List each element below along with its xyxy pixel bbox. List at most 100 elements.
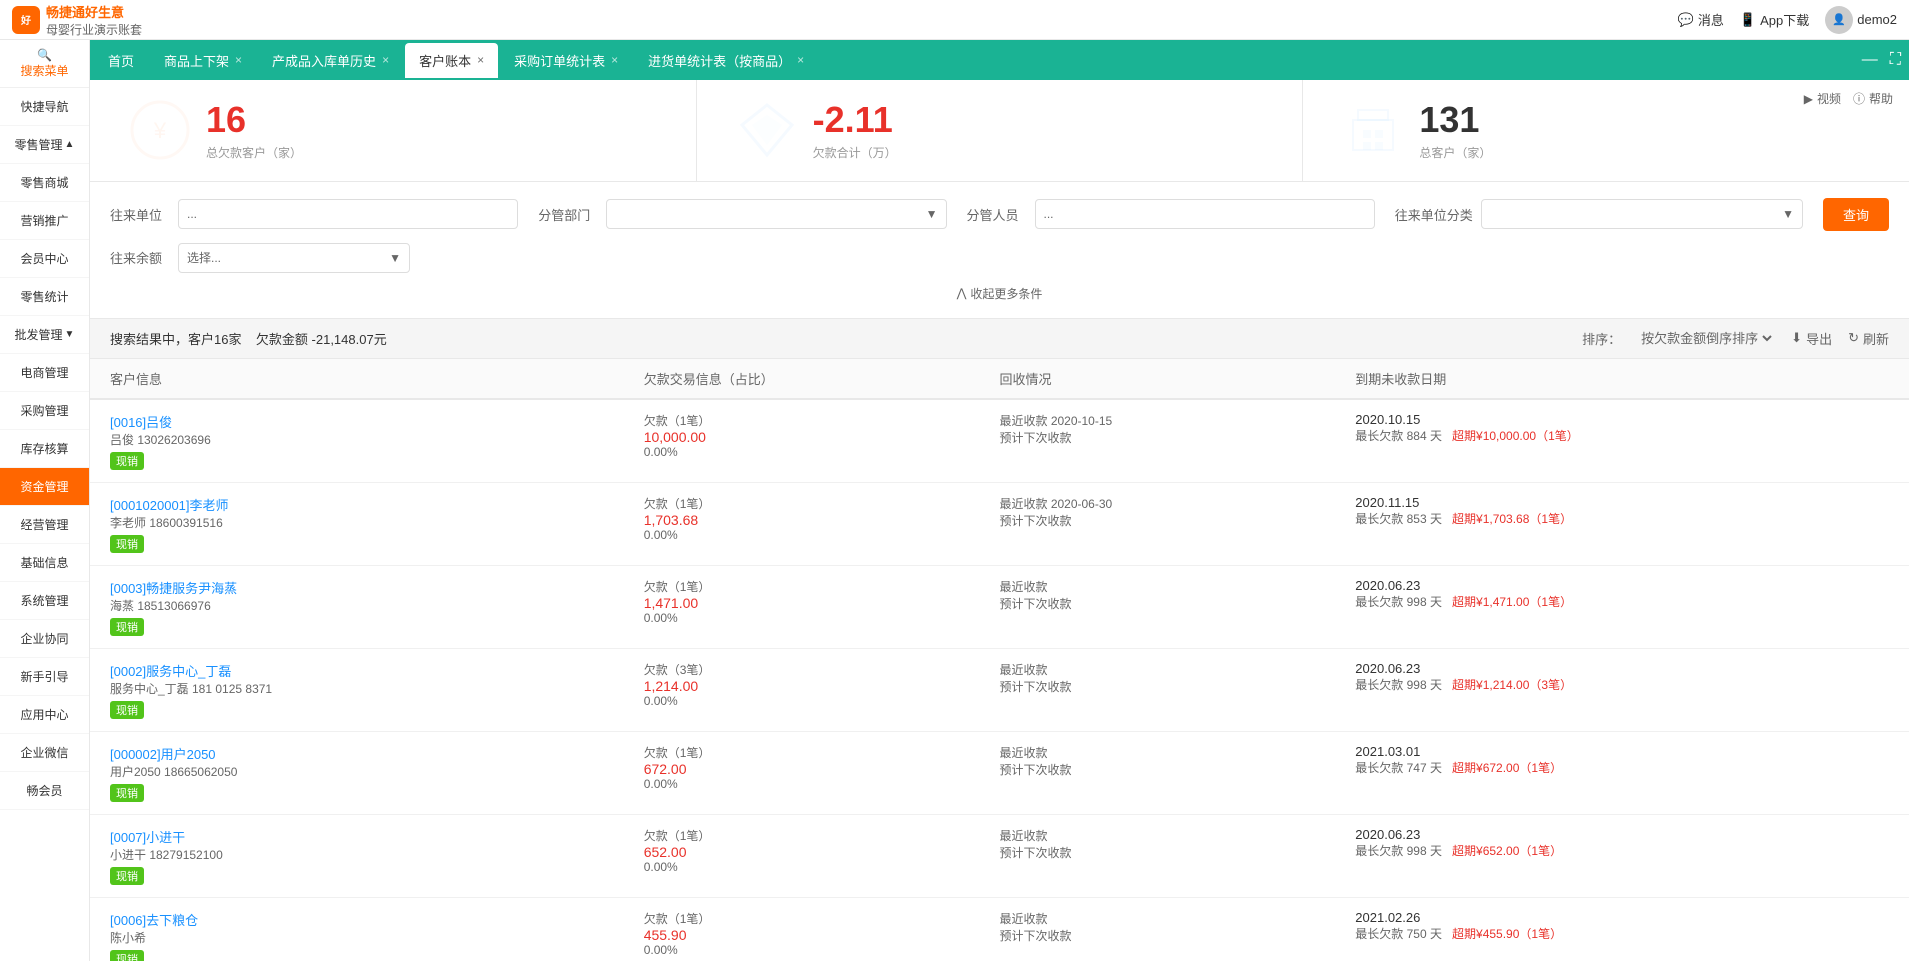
tab-purchase-product-stats[interactable]: 进货单统计表（按商品） ×	[634, 43, 818, 78]
sidebar-item-retail-stats[interactable]: 零售统计	[0, 278, 89, 316]
col-header-customer: 客户信息	[110, 369, 644, 388]
tab-close-customer-ledger[interactable]: ×	[477, 53, 484, 67]
debt-count-6: 欠款（1笔）	[644, 910, 1000, 927]
play-icon: ▶	[1804, 92, 1813, 106]
sidebar-item-ecommerce[interactable]: 电商管理	[0, 354, 89, 392]
manager-input[interactable]: ...	[1035, 199, 1375, 229]
overdue-days-1: 最长欠款 853 天 超期¥1,703.68（1笔）	[1355, 510, 1889, 527]
debt-info-2: 欠款（1笔） 1,471.00 0.00%	[644, 578, 1000, 636]
collection-info-1: 最近收款 2020-06-30 预计下次收款	[999, 495, 1355, 553]
tab-close-product-listing[interactable]: ×	[235, 53, 242, 67]
tab-customer-ledger[interactable]: 客户账本 ×	[405, 43, 498, 78]
debt-ratio-3: 0.00%	[644, 694, 1000, 708]
due-date-0: 2020.10.15	[1355, 412, 1889, 427]
app-download-btn[interactable]: 📱 App下载	[1740, 10, 1809, 29]
sidebar-item-business[interactable]: 经营管理	[0, 506, 89, 544]
due-info-4: 2021.03.01 最长欠款 747 天 超期¥672.00（1笔）	[1355, 744, 1889, 802]
sidebar-item-finance[interactable]: 资金管理	[0, 468, 89, 506]
next-collection-5: 预计下次收款	[999, 844, 1355, 861]
sidebar-item-enterprise-wechat[interactable]: 企业微信	[0, 734, 89, 772]
sidebar-item-enterprise-collab[interactable]: 企业协同	[0, 620, 89, 658]
customer-name-0[interactable]: [0016]吕俊	[110, 415, 172, 430]
sidebar-item-marketing[interactable]: 营销推广	[0, 202, 89, 240]
table-row: [0003]畅捷服务尹海蒸 海蒸 18513066976 现销 欠款（1笔） 1…	[90, 566, 1909, 649]
partner-unit-input[interactable]: ...	[178, 199, 518, 229]
sidebar-item-basic-info[interactable]: 基础信息	[0, 544, 89, 582]
due-date-1: 2020.11.15	[1355, 495, 1889, 510]
customer-name-3[interactable]: [0002]服务中心_丁磊	[110, 664, 231, 679]
sidebar-item-purchase[interactable]: 采购管理	[0, 392, 89, 430]
overdue-amount-4[interactable]: 超期¥672.00（1笔）	[1452, 761, 1562, 775]
stat-card-debtors: ¥ 16 总欠款客户（家）	[90, 80, 697, 181]
overdue-amount-1[interactable]: 超期¥1,703.68（1笔）	[1452, 512, 1572, 526]
sort-select[interactable]: 按欠款金额倒序排序	[1637, 330, 1775, 347]
export-btn[interactable]: ⬇ 导出	[1791, 329, 1832, 348]
balance-select[interactable]: 选择... ▼	[178, 243, 410, 273]
overdue-amount-2[interactable]: 超期¥1,471.00（1笔）	[1452, 595, 1572, 609]
sidebar-item-system[interactable]: 系统管理	[0, 582, 89, 620]
tab-maximize-btn[interactable]: ⛶	[1886, 47, 1905, 73]
tab-purchase-stats[interactable]: 采购订单统计表 ×	[500, 43, 632, 78]
table-header: 客户信息 欠款交易信息（占比） 回收情况 到期未收款日期	[90, 359, 1909, 400]
collection-info-2: 最近收款 预计下次收款	[999, 578, 1355, 636]
tab-close-product-history[interactable]: ×	[382, 53, 389, 67]
overdue-amount-5[interactable]: 超期¥652.00（1笔）	[1452, 844, 1562, 858]
customer-tag-2: 现销	[110, 618, 144, 636]
table-row: [0016]吕俊 吕俊 13026203696 现销 欠款（1笔） 10,000…	[90, 400, 1909, 483]
filter-label-unit-category: 往来单位分类	[1395, 205, 1473, 224]
collapse-btn[interactable]: ⋀ 收起更多条件	[110, 285, 1889, 302]
tab-minimize-btn[interactable]: —	[1858, 47, 1882, 73]
dept-select[interactable]: ▼	[606, 199, 946, 229]
next-collection-2: 预计下次收款	[999, 595, 1355, 612]
sidebar-item-chang-member[interactable]: 畅会员	[0, 772, 89, 810]
sidebar-search[interactable]: 🔍 搜索菜单	[0, 40, 89, 88]
help-btn[interactable]: ⓘ 帮助	[1853, 90, 1893, 107]
overdue-amount-3[interactable]: 超期¥1,214.00（3笔）	[1452, 678, 1572, 692]
sidebar-item-newbie[interactable]: 新手引导	[0, 658, 89, 696]
due-info-3: 2020.06.23 最长欠款 998 天 超期¥1,214.00（3笔）	[1355, 661, 1889, 719]
tab-close-purchase-product-stats[interactable]: ×	[797, 53, 804, 67]
sidebar-item-quick-nav[interactable]: 快捷导航	[0, 88, 89, 126]
money-icon: ¥	[130, 100, 190, 160]
search-button[interactable]: 查询	[1823, 198, 1889, 231]
debt-ratio-4: 0.00%	[644, 777, 1000, 791]
stat-card-debt-total: -2.11 欠款合计（万）	[697, 80, 1304, 181]
sidebar-item-retail-mgmt[interactable]: 零售管理 ▲	[0, 126, 89, 164]
tab-product-history[interactable]: 产成品入库单历史 ×	[258, 43, 403, 78]
next-collection-3: 预计下次收款	[999, 678, 1355, 695]
tab-close-purchase-stats[interactable]: ×	[611, 53, 618, 67]
result-text: 搜索结果中，客户16家 欠款金额 -21,148.07元	[110, 329, 387, 348]
message-btn[interactable]: 💬 消息	[1678, 10, 1724, 29]
sidebar-item-inventory[interactable]: 库存核算	[0, 430, 89, 468]
top-right-area: 💬 消息 📱 App下载 👤 demo2	[1678, 6, 1897, 34]
sidebar-item-wholesale-mgmt[interactable]: 批发管理 ▼	[0, 316, 89, 354]
customer-phone-2: 海蒸 18513066976	[110, 597, 644, 614]
customer-info-3: [0002]服务中心_丁磊 服务中心_丁磊 181 0125 8371 现销	[110, 661, 644, 719]
sidebar-item-retail-mall[interactable]: 零售商城	[0, 164, 89, 202]
customer-name-5[interactable]: [0007]小进干	[110, 830, 185, 845]
customer-name-4[interactable]: [000002]用户2050	[110, 747, 216, 762]
refresh-btn[interactable]: ↻ 刷新	[1848, 329, 1889, 348]
tab-product-listing[interactable]: 商品上下架 ×	[150, 43, 256, 78]
sidebar-item-app-center[interactable]: 应用中心	[0, 696, 89, 734]
customer-name-2[interactable]: [0003]畅捷服务尹海蒸	[110, 581, 237, 596]
sidebar-item-member-center[interactable]: 会员中心	[0, 240, 89, 278]
filter-label-balance: 往来余额	[110, 248, 170, 267]
overdue-amount-0[interactable]: 超期¥10,000.00（1笔）	[1452, 429, 1579, 443]
overdue-amount-6[interactable]: 超期¥455.90（1笔）	[1452, 927, 1562, 941]
video-btn[interactable]: ▶ 视频	[1804, 90, 1841, 107]
next-collection-0: 预计下次收款	[999, 429, 1355, 446]
unit-category-select[interactable]: ▼	[1481, 199, 1803, 229]
table-row: [0002]服务中心_丁磊 服务中心_丁磊 181 0125 8371 现销 欠…	[90, 649, 1909, 732]
customer-name-6[interactable]: [0006]去下粮仓	[110, 913, 198, 928]
debt-ratio-1: 0.00%	[644, 528, 1000, 542]
customer-name-1[interactable]: [0001020001]李老师	[110, 498, 229, 513]
filter-label-manager: 分管人员	[967, 205, 1027, 224]
tab-home[interactable]: 首页	[94, 43, 148, 78]
overdue-days-0: 最长欠款 884 天 超期¥10,000.00（1笔）	[1355, 427, 1889, 444]
user-profile[interactable]: 👤 demo2	[1825, 6, 1897, 34]
customer-tag-1: 现销	[110, 535, 144, 553]
stat-label-debtors: 总欠款客户（家）	[206, 144, 302, 161]
next-collection-4: 预计下次收款	[999, 761, 1355, 778]
overdue-days-2: 最长欠款 998 天 超期¥1,471.00（1笔）	[1355, 593, 1889, 610]
